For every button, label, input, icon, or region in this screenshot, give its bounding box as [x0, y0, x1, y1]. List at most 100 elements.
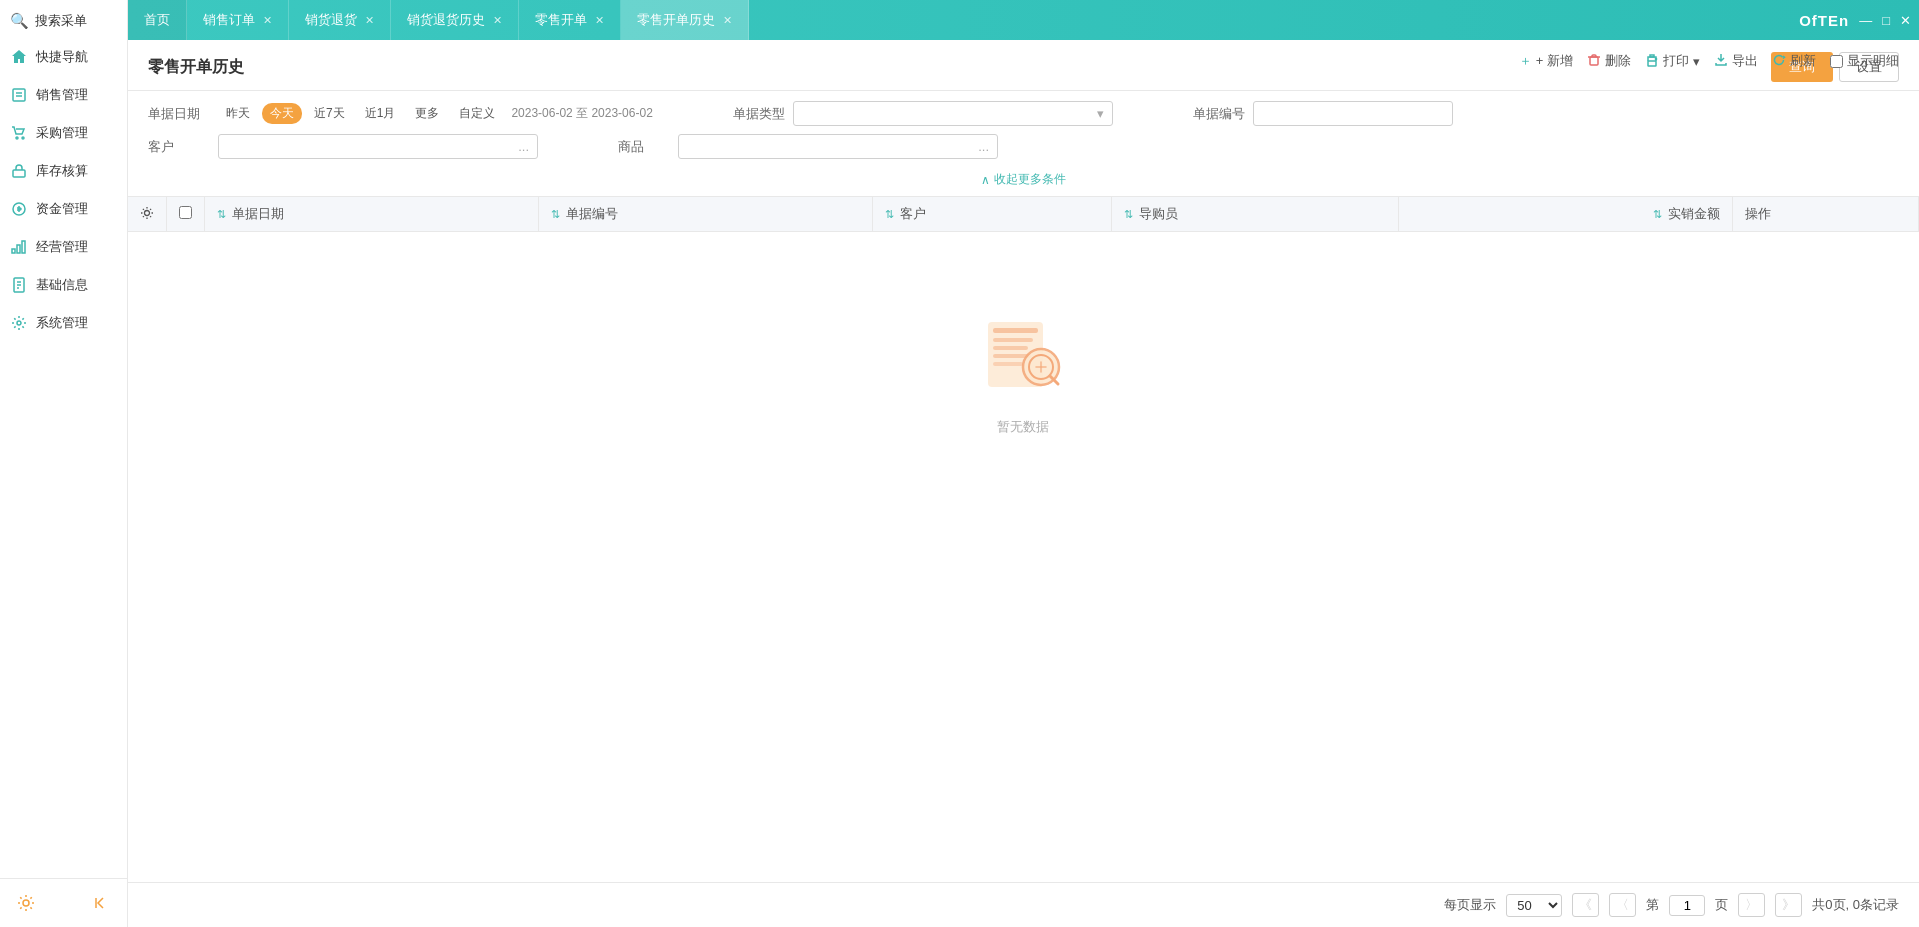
export-button[interactable]: 导出	[1714, 52, 1758, 70]
date-yesterday-btn[interactable]: 昨天	[218, 103, 258, 124]
print-icon	[1645, 53, 1659, 70]
sidebar-item-purchase-mgmt[interactable]: 采购管理	[0, 114, 127, 152]
print-label: 打印	[1663, 52, 1689, 70]
no-filter-input[interactable]	[1253, 101, 1453, 126]
refresh-button[interactable]: 刷新	[1772, 52, 1816, 70]
purchase-icon	[10, 124, 28, 142]
close-tab-retail-open-history[interactable]: ✕	[723, 14, 732, 27]
close-tab-sales-return-history[interactable]: ✕	[493, 14, 502, 27]
svg-rect-23	[993, 328, 1038, 333]
topbar-right: OfTEn — □ ✕	[1799, 12, 1911, 29]
tab-retail-open-history[interactable]: 零售开单历史 ✕	[621, 0, 749, 40]
date-custom-btn[interactable]: 自定义	[451, 103, 503, 124]
tab-retail-open-history-label: 零售开单历史	[637, 11, 715, 29]
add-button[interactable]: ＋ + 新增	[1519, 52, 1573, 70]
page-input[interactable]	[1669, 895, 1705, 916]
prev-page-button[interactable]: 〈	[1609, 893, 1636, 917]
th-date[interactable]: ⇅ 单据日期	[205, 197, 539, 232]
select-all-checkbox[interactable]	[179, 206, 192, 219]
tab-sales-order[interactable]: 销售订单 ✕	[187, 0, 289, 40]
tab-sales-return[interactable]: 销货退货 ✕	[289, 0, 391, 40]
brand-label: OfTEn	[1799, 12, 1849, 29]
svg-rect-18	[1648, 61, 1656, 66]
sidebar-item-quick-nav[interactable]: 快捷导航	[0, 38, 127, 76]
pagination: 每页显示 10 20 50 100 《 〈 第 页 〉 》 共0页, 0条记录	[128, 882, 1919, 927]
th-customer[interactable]: ⇅ 客户	[873, 197, 1112, 232]
window-close-button[interactable]: ✕	[1900, 13, 1911, 28]
sidebar-bottom	[0, 878, 127, 927]
th-amount[interactable]: ⇅ 实销金额	[1398, 197, 1732, 232]
sidebar-item-label: 销售管理	[36, 86, 88, 104]
filter-area: 单据日期 昨天 今天 近7天 近1月 更多 自定义 2023-06-02 至 2…	[128, 91, 1919, 197]
sidebar-item-basic-info[interactable]: 基础信息	[0, 266, 127, 304]
print-dropdown-icon[interactable]: ▾	[1693, 54, 1700, 69]
basic-info-icon	[10, 276, 28, 294]
collapse-bar[interactable]: ∧ 收起更多条件	[148, 167, 1899, 192]
svg-point-14	[17, 321, 21, 325]
show-detail-label: 显示明细	[1847, 52, 1899, 70]
refresh-label: 刷新	[1790, 52, 1816, 70]
sidebar-item-finance[interactable]: 资金管理	[0, 190, 127, 228]
tab-retail-open-label: 零售开单	[535, 11, 587, 29]
tab-sales-return-history-label: 销货退货历史	[407, 11, 485, 29]
tab-sales-order-label: 销售订单	[203, 11, 255, 29]
operation-icon	[10, 238, 28, 256]
th-guide[interactable]: ⇅ 导购员	[1112, 197, 1399, 232]
close-tab-sales-return[interactable]: ✕	[365, 14, 374, 27]
goods-dots[interactable]: ...	[978, 139, 989, 154]
customer-dots[interactable]: ...	[518, 139, 529, 154]
sort-guide-icon: ⇅	[1124, 208, 1133, 220]
sort-date-icon: ⇅	[217, 208, 226, 220]
date-1month-btn[interactable]: 近1月	[357, 103, 404, 124]
search-icon: 🔍	[10, 12, 29, 30]
tab-home-label: 首页	[144, 11, 170, 29]
th-action: 操作	[1733, 197, 1919, 232]
minimize-button[interactable]: —	[1859, 13, 1872, 28]
tab-retail-open[interactable]: 零售开单 ✕	[519, 0, 621, 40]
close-tab-retail-open[interactable]: ✕	[595, 14, 604, 27]
page-size-select[interactable]: 10 20 50 100	[1506, 894, 1562, 917]
type-filter-label: 单据类型	[733, 105, 793, 123]
settings-bottom-icon[interactable]	[12, 889, 40, 917]
sidebar-item-label: 快捷导航	[36, 48, 88, 66]
delete-button[interactable]: 删除	[1587, 52, 1631, 70]
svg-rect-24	[993, 338, 1033, 342]
sidebar-item-inventory[interactable]: 库存核算	[0, 152, 127, 190]
th-settings[interactable]	[128, 197, 167, 232]
print-button[interactable]: 打印 ▾	[1645, 52, 1700, 70]
sidebar-item-operation[interactable]: 经营管理	[0, 228, 127, 266]
th-date-label: 单据日期	[232, 206, 284, 221]
system-icon	[10, 314, 28, 332]
collapse-sidebar-icon[interactable]	[87, 889, 115, 917]
svg-rect-7	[12, 249, 15, 253]
next-page-button[interactable]: 〉	[1738, 893, 1765, 917]
date-more-btn[interactable]: 更多	[407, 103, 447, 124]
customer-filter-select[interactable]: ...	[218, 134, 538, 159]
date-7days-btn[interactable]: 近7天	[306, 103, 353, 124]
sidebar-item-system[interactable]: 系统管理	[0, 304, 127, 342]
th-no[interactable]: ⇅ 单据编号	[539, 197, 873, 232]
sidebar-item-sales-mgmt[interactable]: 销售管理	[0, 76, 127, 114]
last-page-button[interactable]: 》	[1775, 893, 1802, 917]
goods-filter-select[interactable]: ...	[678, 134, 998, 159]
show-detail-toggle[interactable]: 显示明细	[1830, 52, 1899, 70]
maximize-button[interactable]: □	[1882, 13, 1890, 28]
finance-icon	[10, 200, 28, 218]
page-title: 零售开单历史	[148, 57, 244, 78]
customer-filter-label: 客户	[148, 138, 218, 156]
type-filter-select[interactable]: ▾	[793, 101, 1113, 126]
delete-label: 删除	[1605, 52, 1631, 70]
home-icon	[10, 48, 28, 66]
sidebar-search[interactable]: 🔍 搜索采单	[0, 0, 127, 38]
sidebar-item-label: 经营管理	[36, 238, 88, 256]
tab-sales-return-history[interactable]: 销货退货历史 ✕	[391, 0, 519, 40]
tab-sales-return-label: 销货退货	[305, 11, 357, 29]
th-checkbox[interactable]	[167, 197, 205, 232]
empty-illustration	[973, 312, 1073, 402]
show-detail-checkbox[interactable]	[1830, 55, 1843, 68]
close-tab-sales-order[interactable]: ✕	[263, 14, 272, 27]
sidebar-item-label: 采购管理	[36, 124, 88, 142]
date-today-btn[interactable]: 今天	[262, 103, 302, 124]
first-page-button[interactable]: 《	[1572, 893, 1599, 917]
tab-home[interactable]: 首页	[128, 0, 187, 40]
